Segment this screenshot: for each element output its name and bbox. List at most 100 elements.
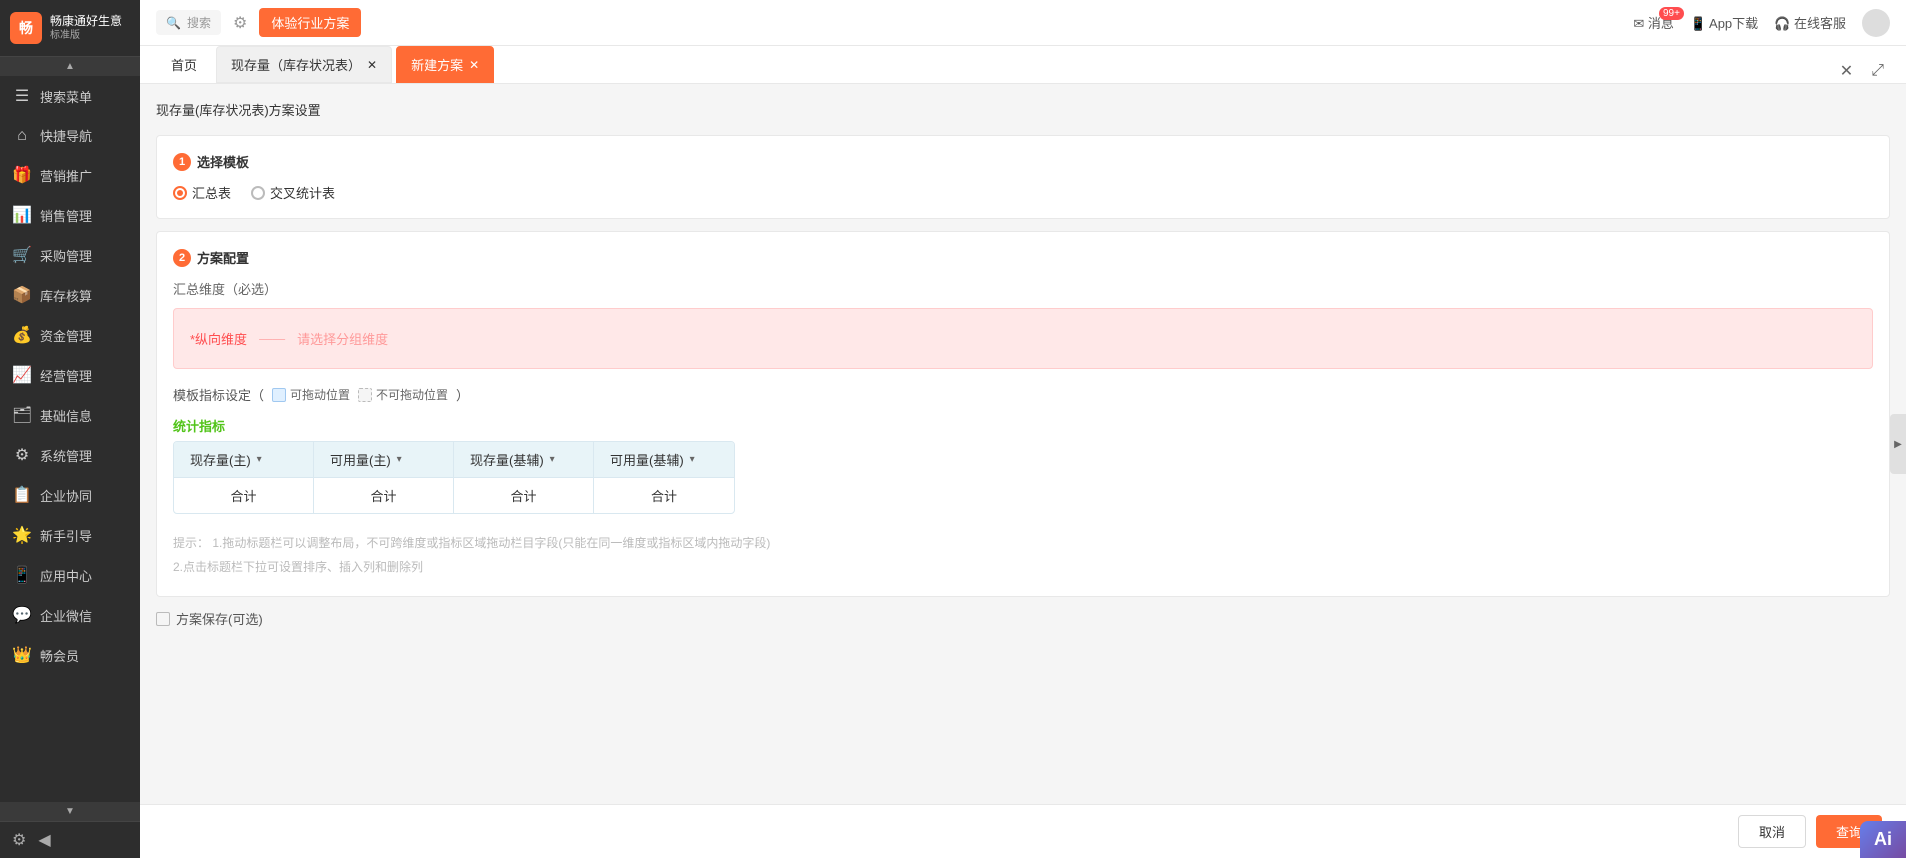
step2-title: 2 方案配置: [173, 248, 1873, 267]
sidebar-bottom: ⚙ ◀: [0, 821, 140, 858]
tab-new-scheme-label: 新建方案: [411, 55, 463, 74]
settings-icon[interactable]: ⚙: [12, 830, 26, 850]
sidebar-label-sales: 销售管理: [40, 206, 92, 225]
sidebar-icon-enterprise-wechat: 💬: [12, 605, 32, 625]
sidebar-icon-enterprise: 📋: [12, 485, 32, 505]
online-service-button[interactable]: 🎧 在线客服: [1774, 13, 1846, 32]
radio-summary-label: 汇总表: [192, 183, 231, 202]
sidebar-item-sales[interactable]: 📊销售管理: [0, 195, 140, 235]
sidebar-item-basic-info[interactable]: 🗂 基础信息: [0, 395, 140, 435]
logo-icon: 畅: [10, 12, 42, 44]
app-download-button[interactable]: 📱 App下载: [1690, 13, 1758, 32]
sidebar-item-marketing[interactable]: 🎁营销推广: [0, 155, 140, 195]
tab-inventory-status[interactable]: 现存量（库存状况表） ✕: [216, 46, 392, 83]
legend-draggable-box: [272, 388, 286, 402]
legend-non-draggable: 不可拖动位置: [358, 386, 448, 403]
sidebar-label-app-center: 应用中心: [40, 566, 92, 585]
step2-badge: 2: [173, 249, 191, 267]
sidebar-item-app-center[interactable]: 📱 应用中心: [0, 555, 140, 595]
sidebar-label-finance: 资金管理: [40, 326, 92, 345]
ai-badge-button[interactable]: Ai: [1860, 821, 1906, 858]
sidebar-item-enterprise-wechat[interactable]: 💬企业微信: [0, 595, 140, 635]
action-bar: 取消 查询: [140, 804, 1906, 858]
topbar-right: ✉ 消息 99+ 📱 App下载 🎧 在线客服: [1633, 9, 1890, 37]
sidebar-label-basic-info: 基础信息: [40, 406, 92, 425]
stats-table: 现存量(主) ▾ 可用量(主) ▾ 现存量(基辅) ▾ 可用量(基辅) ▾: [173, 441, 735, 514]
sidebar-item-newcomer[interactable]: 🌟新手引导: [0, 515, 140, 555]
sidebar-icon-purchase: 🛒: [12, 245, 32, 265]
tab-close-all-button[interactable]: ✕: [1834, 59, 1859, 83]
col-available-aux-header[interactable]: 可用量(基辅) ▾: [594, 442, 734, 477]
col-available-main-header[interactable]: 可用量(主) ▾: [314, 442, 454, 477]
page-title: 现存量(库存状况表)方案设置: [156, 100, 1890, 119]
sidebar-scroll-down[interactable]: ▼: [0, 802, 140, 821]
dimension-required-label: *纵向维度: [190, 329, 247, 348]
sidebar-icon-system: ⚙: [12, 445, 32, 465]
tab-bar: 首页 现存量（库存状况表） ✕ 新建方案 ✕ ✕ ⤢: [140, 46, 1906, 84]
sidebar-label-operations: 经营管理: [40, 366, 92, 385]
search-bar[interactable]: 🔍 搜索: [156, 10, 221, 35]
sidebar-item-quick-nav[interactable]: ⌂快捷导航: [0, 116, 140, 155]
sidebar-label-system: 系统管理: [40, 446, 92, 465]
dimension-area[interactable]: *纵向维度 —— 请选择分组维度: [173, 308, 1873, 369]
col-available-main-chevron[interactable]: ▾: [397, 454, 402, 465]
col-available-aux-body: 合计: [594, 478, 734, 513]
sidebar-item-operations[interactable]: 📈 经营管理: [0, 355, 140, 395]
sidebar-scroll-up[interactable]: ▲: [0, 57, 140, 76]
sidebar-item-inventory[interactable]: 📦库存核算: [0, 275, 140, 315]
tab-home[interactable]: 首页: [156, 46, 212, 83]
col-available-main-label: 可用量(主): [330, 450, 391, 469]
sidebar-item-enterprise[interactable]: 📋 企业协同: [0, 475, 140, 515]
sidebar-icon-member: 👑: [12, 645, 32, 665]
sidebar-item-system[interactable]: ⚙ 系统管理: [0, 435, 140, 475]
col-available-aux-chevron[interactable]: ▾: [690, 454, 695, 465]
col-stock-aux-header[interactable]: 现存量(基辅) ▾: [454, 442, 594, 477]
col-stock-main-chevron[interactable]: ▾: [257, 454, 262, 465]
radio-summary[interactable]: 汇总表: [173, 183, 231, 202]
tab-new-scheme-close[interactable]: ✕: [469, 58, 479, 72]
radio-cross-dot[interactable]: [251, 186, 265, 200]
topbar: 🔍 搜索 ⚙ 体验行业方案 ✉ 消息 99+ 📱 App下载 🎧 在线客服: [140, 0, 1906, 46]
sidebar-label-enterprise: 企业协同: [40, 486, 92, 505]
sidebar-item-purchase[interactable]: 🛒采购管理: [0, 235, 140, 275]
col-stock-aux-body: 合计: [454, 478, 594, 513]
col-stock-aux-label: 现存量(基辅): [470, 450, 544, 469]
sidebar-item-finance[interactable]: 💰资金管理: [0, 315, 140, 355]
trial-button[interactable]: 体验行业方案: [259, 8, 361, 37]
message-button[interactable]: ✉ 消息 99+: [1633, 13, 1674, 32]
step1-label: 选择模板: [197, 152, 249, 171]
main-area: 🔍 搜索 ⚙ 体验行业方案 ✉ 消息 99+ 📱 App下载 🎧 在线客服 首页: [140, 0, 1906, 858]
sidebar-item-member[interactable]: 👑畅会员: [0, 635, 140, 675]
sidebar-icon-operations: 📈: [12, 365, 32, 385]
save-scheme-row: 方案保存(可选): [156, 609, 1890, 628]
sidebar-icon-app-center: 📱: [12, 565, 32, 585]
user-avatar[interactable]: [1862, 9, 1890, 37]
tips-item-1: 提示： 1.拖动标题栏可以调整布局，不可跨维度或指标区域拖动栏目字段(只能在同一…: [173, 533, 1873, 555]
search-icon: 🔍: [166, 16, 181, 30]
save-scheme-checkbox[interactable]: [156, 612, 170, 626]
radio-summary-dot[interactable]: [173, 186, 187, 200]
gear-icon[interactable]: ⚙: [233, 13, 247, 33]
content-area: 现存量(库存状况表)方案设置 1 选择模板 汇总表 交叉统计表 2: [140, 84, 1906, 804]
sidebar-icon-marketing: 🎁: [12, 165, 32, 185]
radio-cross[interactable]: 交叉统计表: [251, 183, 335, 202]
indicator-settings: 模板指标设定（ 可拖动位置 不可拖动位置 ）: [173, 385, 1873, 404]
stats-table-header: 现存量(主) ▾ 可用量(主) ▾ 现存量(基辅) ▾ 可用量(基辅) ▾: [174, 442, 734, 477]
tab-inventory-close[interactable]: ✕: [367, 58, 377, 72]
cancel-button[interactable]: 取消: [1738, 815, 1806, 848]
search-placeholder: 搜索: [187, 14, 211, 31]
indicator-settings-label: 模板指标设定（ 可拖动位置 不可拖动位置 ）: [173, 385, 1873, 404]
headset-icon: 🎧: [1774, 16, 1790, 31]
right-collapse-button[interactable]: ▶: [1890, 414, 1906, 474]
col-stock-main-header[interactable]: 现存量(主) ▾: [174, 442, 314, 477]
sidebar-item-search-menu[interactable]: ☰搜索菜单: [0, 76, 140, 116]
collapse-icon[interactable]: ◀: [38, 830, 50, 850]
col-stock-main-label: 现存量(主): [190, 450, 251, 469]
dimension-placeholder: 请选择分组维度: [297, 329, 388, 348]
tab-new-scheme[interactable]: 新建方案 ✕: [396, 46, 494, 83]
sidebar-icon-newcomer: 🌟: [12, 525, 32, 545]
step1-title: 1 选择模板: [173, 152, 1873, 171]
col-stock-aux-chevron[interactable]: ▾: [550, 454, 555, 465]
tab-expand-button[interactable]: ⤢: [1865, 60, 1890, 82]
sidebar-icon-basic-info: 🗂: [12, 405, 32, 425]
